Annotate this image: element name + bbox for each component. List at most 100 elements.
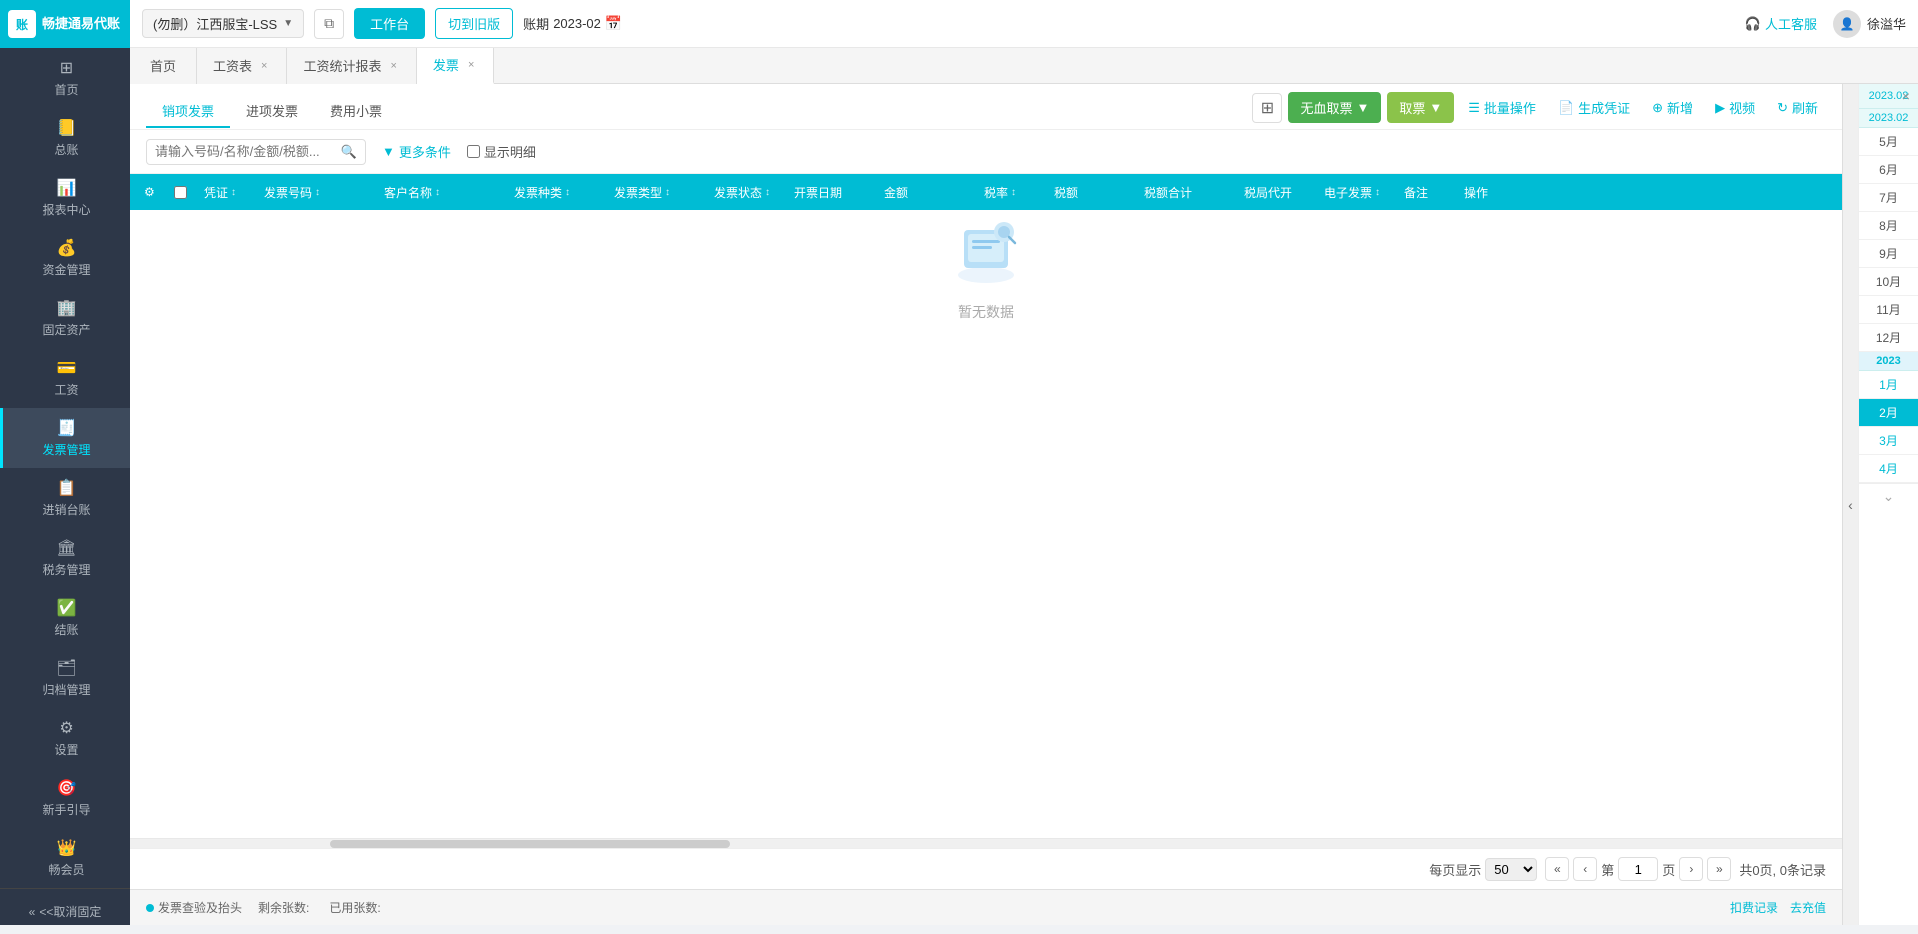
last-page-button[interactable]: » bbox=[1707, 857, 1731, 881]
avatar: 👤 bbox=[1833, 10, 1861, 38]
grid-settings-button[interactable]: ⊞ bbox=[1252, 93, 1282, 123]
page-size-dropdown[interactable]: 50 100 200 bbox=[1485, 858, 1537, 881]
invoice-icon: 🧾 bbox=[57, 418, 77, 438]
date-month-6[interactable]: 6月 bbox=[1859, 156, 1918, 184]
recharge-link[interactable]: 去充值 bbox=[1790, 899, 1826, 916]
prev-page-button[interactable]: ‹ bbox=[1573, 857, 1597, 881]
used-label: 已用张数: bbox=[329, 899, 380, 916]
tab-salary-close[interactable]: × bbox=[258, 59, 270, 73]
display-detail-checkbox[interactable]: 显示明细 bbox=[467, 142, 536, 161]
empty-illustration bbox=[946, 210, 1026, 290]
th-date: 开票日期 bbox=[788, 184, 878, 201]
sidebar-item-invoice-management[interactable]: 🧾 发票管理 bbox=[0, 408, 130, 468]
workbench-button[interactable]: 工作台 bbox=[354, 8, 425, 39]
date-month-2023-3[interactable]: 3月 bbox=[1859, 427, 1918, 455]
date-panel-expand-bottom[interactable]: ⌄ bbox=[1859, 483, 1918, 509]
batch-op-button[interactable]: ☰ 批量操作 bbox=[1460, 94, 1544, 121]
date-month-2023-4[interactable]: 4月 bbox=[1859, 455, 1918, 483]
new-button[interactable]: ⊕ 新增 bbox=[1644, 94, 1701, 121]
sub-tab-purchase-invoice[interactable]: 进项发票 bbox=[230, 95, 314, 128]
date-month-10[interactable]: 10月 bbox=[1859, 268, 1918, 296]
more-filter-button[interactable]: ▼ 更多条件 bbox=[374, 138, 459, 165]
search-box[interactable]: 🔍 bbox=[146, 139, 366, 165]
video-label: 视频 bbox=[1729, 98, 1755, 117]
date-month-12[interactable]: 12月 bbox=[1859, 324, 1918, 352]
tab-invoice[interactable]: 发票 × bbox=[417, 48, 494, 84]
th-voucher-label: 凭证 bbox=[204, 184, 228, 201]
remaining-label: 剩余张数: bbox=[258, 899, 309, 916]
sidebar-item-checkout[interactable]: ✅ 结账 bbox=[0, 588, 130, 648]
sales-icon: 📋 bbox=[57, 478, 77, 498]
collapse-label: <<取消固定 bbox=[39, 903, 101, 920]
first-page-button[interactable]: « bbox=[1545, 857, 1569, 881]
sub-tab-sales-invoice[interactable]: 销项发票 bbox=[146, 95, 230, 128]
sort-icon: ↕ bbox=[765, 187, 770, 198]
detail-checkbox[interactable] bbox=[467, 145, 480, 158]
date-month-2023-1[interactable]: 1月 bbox=[1859, 371, 1918, 399]
th-checkbox[interactable] bbox=[168, 186, 198, 199]
th-invoice-no-label: 发票号码 bbox=[264, 184, 312, 201]
sidebar-item-vip[interactable]: 👑 畅会员 bbox=[0, 828, 130, 888]
sidebar-item-fund-management[interactable]: 💰 资金管理 bbox=[0, 228, 130, 288]
page-suffix: 页 bbox=[1662, 860, 1675, 879]
collapse-icon: « bbox=[29, 905, 36, 919]
period-label: 账期 bbox=[523, 14, 549, 33]
guide-icon: 🎯 bbox=[57, 778, 77, 798]
search-input[interactable] bbox=[155, 144, 335, 159]
sub-tab-expense-receipt[interactable]: 费用小票 bbox=[314, 95, 398, 128]
tab-salary-report[interactable]: 工资统计报表 × bbox=[287, 48, 416, 84]
date-month-5[interactable]: 5月 bbox=[1859, 128, 1918, 156]
ticket-button[interactable]: 取票 ▼ bbox=[1387, 92, 1454, 123]
close-panel-button[interactable]: × bbox=[1898, 88, 1914, 104]
sidebar-item-home[interactable]: ⊞ 首页 bbox=[0, 48, 130, 108]
th-date-label: 开票日期 bbox=[794, 184, 842, 201]
sidebar-item-label: 总账 bbox=[54, 141, 78, 158]
sidebar-item-fixed-assets[interactable]: 🏢 固定资产 bbox=[0, 288, 130, 348]
period-info: 账期 2023-02 📅 bbox=[523, 14, 622, 33]
company-name: (勿删）江西服宝-LSS bbox=[153, 14, 277, 33]
th-tax-bureau: 税局代开 bbox=[1238, 184, 1318, 201]
tab-invoice-close[interactable]: × bbox=[465, 58, 477, 72]
th-total: 税额合计 bbox=[1138, 184, 1238, 201]
sidebar-item-report-center[interactable]: 📊 报表中心 bbox=[0, 168, 130, 228]
date-month-2023-2[interactable]: 2月 bbox=[1859, 399, 1918, 427]
th-electronic-label: 电子发票 bbox=[1324, 184, 1372, 201]
sidebar-item-general-ledger[interactable]: 📒 总账 bbox=[0, 108, 130, 168]
video-button[interactable]: ▶ 视频 bbox=[1707, 94, 1763, 121]
next-page-button[interactable]: › bbox=[1679, 857, 1703, 881]
no-ticket-button[interactable]: 无血取票 ▼ bbox=[1288, 92, 1381, 123]
tab-home[interactable]: 首页 bbox=[130, 48, 197, 84]
logo-icon: 账 bbox=[8, 10, 36, 38]
generate-voucher-button[interactable]: 📄 生成凭证 bbox=[1550, 94, 1638, 121]
expand-panel-btn[interactable]: ‹ bbox=[1842, 84, 1858, 925]
top-header: (勿删）江西服宝-LSS ▼ ⧉ 工作台 切到旧版 账期 2023-02 📅 🎧… bbox=[130, 0, 1918, 48]
th-remark-label: 备注 bbox=[1404, 184, 1428, 201]
sidebar-item-settings[interactable]: ⚙ 设置 bbox=[0, 708, 130, 768]
copy-button[interactable]: ⧉ bbox=[314, 9, 344, 39]
date-month-11[interactable]: 11月 bbox=[1859, 296, 1918, 324]
switch-old-button[interactable]: 切到旧版 bbox=[435, 8, 513, 39]
th-customer-label: 客户名称 bbox=[384, 184, 432, 201]
date-month-9[interactable]: 9月 bbox=[1859, 240, 1918, 268]
sidebar-item-label: 报表中心 bbox=[42, 201, 90, 218]
page-size-select[interactable]: 每页显示 50 100 200 bbox=[1429, 858, 1537, 881]
company-select[interactable]: (勿删）江西服宝-LSS ▼ bbox=[142, 9, 304, 38]
date-month-7[interactable]: 7月 bbox=[1859, 184, 1918, 212]
tab-salary-report-close[interactable]: × bbox=[387, 59, 399, 73]
service-button[interactable]: 🎧 人工客服 bbox=[1745, 14, 1817, 33]
fee-record-link[interactable]: 扣费记录 bbox=[1730, 899, 1778, 916]
sidebar-item-sales-ledger[interactable]: 📋 进销台账 bbox=[0, 468, 130, 528]
select-all-checkbox[interactable] bbox=[174, 186, 187, 199]
sidebar-collapse-btn[interactable]: « <<取消固定 bbox=[4, 897, 126, 926]
refresh-button[interactable]: ↻ 刷新 bbox=[1769, 94, 1826, 121]
user-info[interactable]: 👤 徐溢华 bbox=[1833, 10, 1906, 38]
page-input[interactable] bbox=[1618, 857, 1658, 881]
sidebar-item-guide[interactable]: 🎯 新手引导 bbox=[0, 768, 130, 828]
sidebar-item-salary[interactable]: 💳 工资 bbox=[0, 348, 130, 408]
date-month-8[interactable]: 8月 bbox=[1859, 212, 1918, 240]
sidebar-item-archive-management[interactable]: 🗂 归档管理 bbox=[0, 648, 130, 708]
content-area: 销项发票 进项发票 费用小票 ⊞ 无血取票 ▼ bbox=[130, 84, 1918, 925]
sidebar-item-tax-management[interactable]: 🏛 税务管理 bbox=[0, 528, 130, 588]
logo-text: 畅捷通易代账 bbox=[42, 16, 120, 32]
tab-salary[interactable]: 工资表 × bbox=[197, 48, 287, 84]
